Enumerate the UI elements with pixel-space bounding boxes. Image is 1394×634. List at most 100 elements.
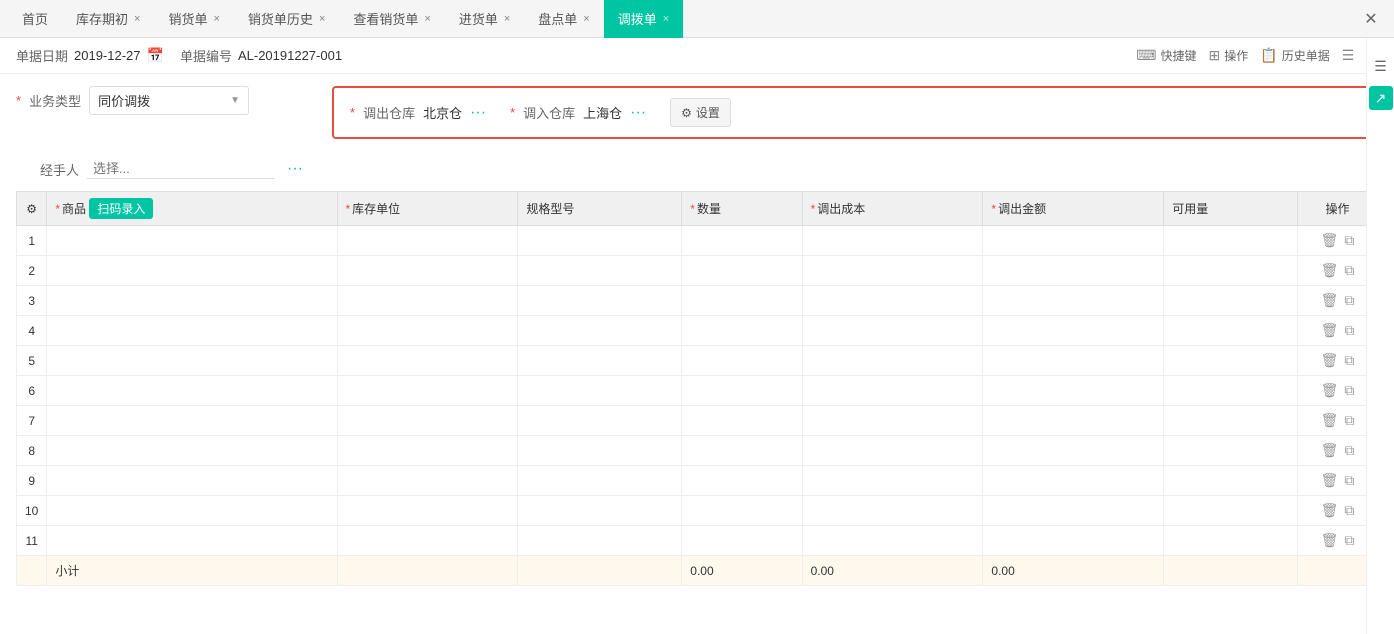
cell-quantity[interactable] bbox=[682, 406, 802, 436]
tab-bar-close-button[interactable]: ✕ bbox=[1356, 4, 1386, 34]
cell-available[interactable] bbox=[1164, 466, 1298, 496]
cell-quantity[interactable] bbox=[682, 286, 802, 316]
tab-close-sales-order[interactable]: × bbox=[213, 13, 219, 25]
cell-cost[interactable] bbox=[802, 496, 983, 526]
cell-product[interactable] bbox=[47, 256, 337, 286]
cell-available[interactable] bbox=[1164, 256, 1298, 286]
tab-view-sales[interactable]: 查看销货单 × bbox=[339, 0, 444, 38]
cell-available[interactable] bbox=[1164, 406, 1298, 436]
cell-unit[interactable] bbox=[337, 406, 518, 436]
delete-row-icon[interactable]: 🗑 bbox=[1321, 322, 1339, 339]
cell-unit[interactable] bbox=[337, 436, 518, 466]
delete-row-icon[interactable]: 🗑 bbox=[1321, 412, 1339, 429]
copy-row-icon[interactable]: ⧉ bbox=[1344, 502, 1354, 519]
copy-row-icon[interactable]: ⧉ bbox=[1344, 442, 1354, 459]
cell-spec[interactable] bbox=[518, 496, 682, 526]
delete-row-icon[interactable]: 🗑 bbox=[1321, 532, 1339, 549]
cell-amount[interactable] bbox=[983, 256, 1164, 286]
cell-cost[interactable] bbox=[802, 376, 983, 406]
tab-close-sales-history[interactable]: × bbox=[319, 13, 325, 25]
cell-available[interactable] bbox=[1164, 496, 1298, 526]
tab-transfer[interactable]: 调拨单 × bbox=[604, 0, 683, 38]
cell-spec[interactable] bbox=[518, 376, 682, 406]
cell-spec[interactable] bbox=[518, 436, 682, 466]
cell-quantity[interactable] bbox=[682, 226, 802, 256]
cell-amount[interactable] bbox=[983, 226, 1164, 256]
tab-purchase[interactable]: 进货单 × bbox=[445, 0, 524, 38]
cell-product[interactable] bbox=[47, 406, 337, 436]
cell-cost[interactable] bbox=[802, 286, 983, 316]
cell-amount[interactable] bbox=[983, 376, 1164, 406]
cell-product[interactable] bbox=[47, 376, 337, 406]
operations-button[interactable]: ⊞ 操作 bbox=[1209, 47, 1249, 64]
tab-inventory-init[interactable]: 库存期初 × bbox=[62, 0, 154, 38]
cell-unit[interactable] bbox=[337, 496, 518, 526]
warehouse-in-more-icon[interactable]: ··· bbox=[630, 104, 646, 122]
cell-available[interactable] bbox=[1164, 316, 1298, 346]
copy-row-icon[interactable]: ⧉ bbox=[1344, 382, 1354, 399]
cell-available[interactable] bbox=[1164, 436, 1298, 466]
cell-spec[interactable] bbox=[518, 316, 682, 346]
tab-close-inventory-init[interactable]: × bbox=[134, 13, 140, 25]
copy-row-icon[interactable]: ⧉ bbox=[1344, 472, 1354, 489]
business-type-select[interactable]: 同价调拨 ▼ bbox=[89, 86, 249, 115]
copy-row-icon[interactable]: ⧉ bbox=[1344, 262, 1354, 279]
cell-spec[interactable] bbox=[518, 286, 682, 316]
cell-amount[interactable] bbox=[983, 286, 1164, 316]
tab-sales-history[interactable]: 销货单历史 × bbox=[234, 0, 339, 38]
delete-row-icon[interactable]: 🗑 bbox=[1321, 292, 1339, 309]
cell-quantity[interactable] bbox=[682, 316, 802, 346]
tab-close-view-sales[interactable]: × bbox=[424, 13, 430, 25]
handler-input[interactable] bbox=[87, 159, 275, 179]
cell-cost[interactable] bbox=[802, 346, 983, 376]
cell-quantity[interactable] bbox=[682, 526, 802, 556]
cell-unit[interactable] bbox=[337, 226, 518, 256]
cell-quantity[interactable] bbox=[682, 496, 802, 526]
delete-row-icon[interactable]: 🗑 bbox=[1321, 382, 1339, 399]
cell-unit[interactable] bbox=[337, 466, 518, 496]
copy-row-icon[interactable]: ⧉ bbox=[1344, 412, 1354, 429]
cell-unit[interactable] bbox=[337, 346, 518, 376]
cell-amount[interactable] bbox=[983, 346, 1164, 376]
tab-close-transfer[interactable]: × bbox=[663, 13, 669, 25]
delete-row-icon[interactable]: 🗑 bbox=[1321, 262, 1339, 279]
tab-close-stocktake[interactable]: × bbox=[583, 13, 589, 25]
cell-unit[interactable] bbox=[337, 526, 518, 556]
cell-unit[interactable] bbox=[337, 256, 518, 286]
warehouse-out-more-icon[interactable]: ··· bbox=[470, 104, 486, 122]
handler-more-icon[interactable]: ··· bbox=[287, 160, 303, 178]
cell-product[interactable] bbox=[47, 466, 337, 496]
cell-product[interactable] bbox=[47, 286, 337, 316]
cell-spec[interactable] bbox=[518, 226, 682, 256]
sidebar-list-icon[interactable]: ☰ bbox=[1369, 54, 1393, 78]
cell-quantity[interactable] bbox=[682, 376, 802, 406]
cell-spec[interactable] bbox=[518, 256, 682, 286]
sidebar-external-link-icon[interactable]: ↗ bbox=[1369, 86, 1393, 110]
scan-button[interactable]: 扫码录入 bbox=[89, 198, 153, 219]
cell-cost[interactable] bbox=[802, 436, 983, 466]
tab-sales-order[interactable]: 销货单 × bbox=[154, 0, 233, 38]
cell-available[interactable] bbox=[1164, 286, 1298, 316]
delete-row-icon[interactable]: 🗑 bbox=[1321, 232, 1339, 249]
cell-product[interactable] bbox=[47, 316, 337, 346]
delete-row-icon[interactable]: 🗑 bbox=[1321, 352, 1339, 369]
cell-quantity[interactable] bbox=[682, 256, 802, 286]
cell-cost[interactable] bbox=[802, 406, 983, 436]
cell-amount[interactable] bbox=[983, 496, 1164, 526]
tab-stocktake[interactable]: 盘点单 × bbox=[524, 0, 603, 38]
delete-row-icon[interactable]: 🗑 bbox=[1321, 502, 1339, 519]
cell-quantity[interactable] bbox=[682, 346, 802, 376]
cell-quantity[interactable] bbox=[682, 466, 802, 496]
history-button[interactable]: 📋 历史单据 bbox=[1260, 47, 1329, 64]
layout-list-button[interactable]: ☰ bbox=[1342, 47, 1355, 64]
cell-amount[interactable] bbox=[983, 406, 1164, 436]
cell-spec[interactable] bbox=[518, 346, 682, 376]
cell-product[interactable] bbox=[47, 496, 337, 526]
cell-cost[interactable] bbox=[802, 526, 983, 556]
copy-row-icon[interactable]: ⧉ bbox=[1344, 352, 1354, 369]
copy-row-icon[interactable]: ⧉ bbox=[1344, 292, 1354, 309]
cell-spec[interactable] bbox=[518, 406, 682, 436]
cell-product[interactable] bbox=[47, 346, 337, 376]
cell-amount[interactable] bbox=[983, 526, 1164, 556]
cell-product[interactable] bbox=[47, 226, 337, 256]
